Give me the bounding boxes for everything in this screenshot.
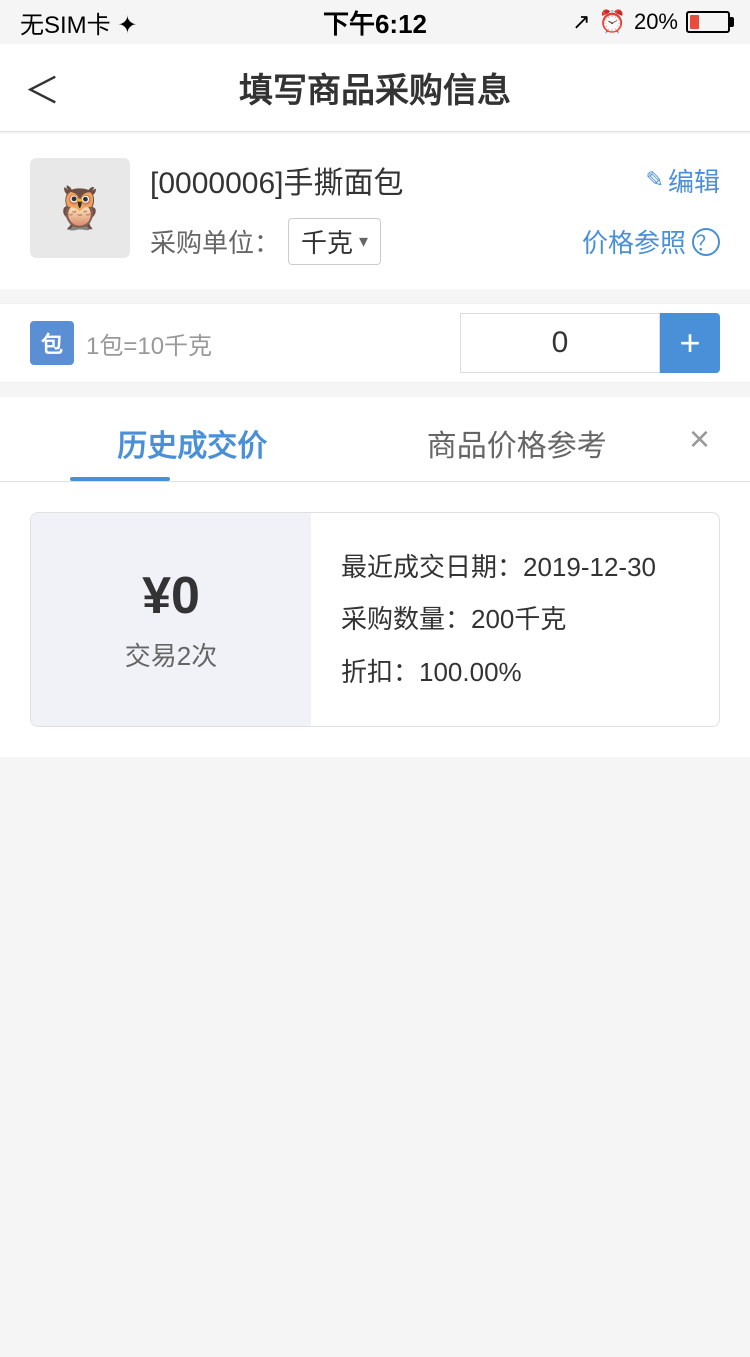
quantity-plus-button[interactable]: +: [660, 313, 720, 373]
price-ref-button[interactable]: 价格参照 ？: [582, 223, 720, 260]
discount-row: 折扣：100.00%: [341, 654, 689, 690]
purchase-qty-label: 采购数量：: [341, 604, 471, 634]
bottom-space: [0, 757, 750, 1357]
purchase-qty-value: 200千克: [471, 604, 566, 634]
product-top-row: [0000006]手撕面包 ✎ 编辑: [150, 158, 720, 202]
product-unit-row: 采购单位： 千克 ▾ 价格参照 ？: [150, 218, 720, 265]
bao-icon: 包: [30, 321, 74, 365]
tabs-bar: 历史成交价 商品价格参考 ×: [0, 397, 750, 482]
location-icon: ↗: [572, 9, 590, 35]
recent-date-value: 2019-12-30: [523, 552, 656, 582]
edit-label: 编辑: [668, 162, 720, 199]
product-row: 🦉 [0000006]手撕面包 ✎ 编辑 采购单位： 千克 ▾: [30, 158, 720, 265]
status-left: 无SIM卡 ✦: [20, 5, 137, 40]
history-details: 最近成交日期：2019-12-30 采购数量：200千克 折扣：100.00%: [311, 513, 719, 726]
edit-button[interactable]: ✎ 编辑: [646, 162, 720, 199]
discount-label: 折扣：: [341, 657, 419, 687]
product-thumbnail: 🦉: [30, 158, 130, 258]
battery-percent: 20%: [634, 9, 678, 35]
history-price-area: ¥0 交易2次: [31, 513, 311, 726]
page-title: 填写商品采购信息: [239, 63, 511, 112]
tab-active-underline: [70, 477, 170, 481]
quantity-label-area: 包 1包=10千克: [30, 321, 212, 365]
product-name: [0000006]手撕面包: [150, 158, 403, 202]
quantity-section: 包 1包=10千克 +: [0, 303, 750, 383]
recent-date-label: 最近成交日期：: [341, 552, 523, 582]
product-section: 🦉 [0000006]手撕面包 ✎ 编辑 采购单位： 千克 ▾: [0, 134, 750, 289]
nav-bar: ＜ 填写商品采购信息: [0, 44, 750, 132]
purchase-qty-row: 采购数量：200千克: [341, 601, 689, 637]
tab-price-reference[interactable]: 商品价格参考: [354, 397, 678, 481]
status-bar: 无SIM卡 ✦ 下午6:12 ↗ ⏰ 20%: [0, 0, 750, 44]
product-image-icon: 🦉: [54, 184, 106, 233]
battery-icon: [686, 11, 730, 33]
status-right: ↗ ⏰ 20%: [572, 9, 730, 35]
quantity-input-area: +: [460, 313, 720, 373]
quantity-input[interactable]: [460, 313, 660, 373]
unit-select[interactable]: 千克 ▾: [288, 218, 381, 265]
history-card: ¥0 交易2次 最近成交日期：2019-12-30 采购数量：200千克 折扣：…: [30, 512, 720, 727]
recent-date-row: 最近成交日期：2019-12-30: [341, 549, 689, 585]
product-info: [0000006]手撕面包 ✎ 编辑 采购单位： 千克 ▾ 价格参照 ？: [150, 158, 720, 265]
price-ref-info-icon: ？: [692, 228, 720, 256]
edit-icon: ✎: [646, 167, 664, 193]
history-price: ¥0: [142, 566, 200, 626]
alarm-icon: ⏰: [599, 9, 626, 35]
back-button[interactable]: ＜: [24, 62, 60, 114]
bao-equiv-label: 1包=10千克: [86, 326, 212, 361]
tabs-close-button[interactable]: ×: [679, 418, 720, 460]
trade-count: 交易2次: [125, 636, 217, 673]
unit-label: 采购单位：: [150, 223, 280, 260]
carrier-text: 无SIM卡 ✦: [20, 5, 137, 40]
unit-arrow-icon: ▾: [359, 231, 368, 252]
history-content: ¥0 交易2次 最近成交日期：2019-12-30 采购数量：200千克 折扣：…: [0, 482, 750, 757]
tab-history-price[interactable]: 历史成交价: [30, 397, 354, 481]
unit-value: 千克: [301, 223, 353, 260]
discount-value: 100.00%: [419, 657, 522, 687]
price-ref-label: 价格参照: [582, 223, 686, 260]
status-time: 下午6:12: [323, 4, 427, 41]
tabs-section: 历史成交价 商品价格参考 × ¥0 交易2次 最近成交日期：2019-12-30…: [0, 397, 750, 757]
